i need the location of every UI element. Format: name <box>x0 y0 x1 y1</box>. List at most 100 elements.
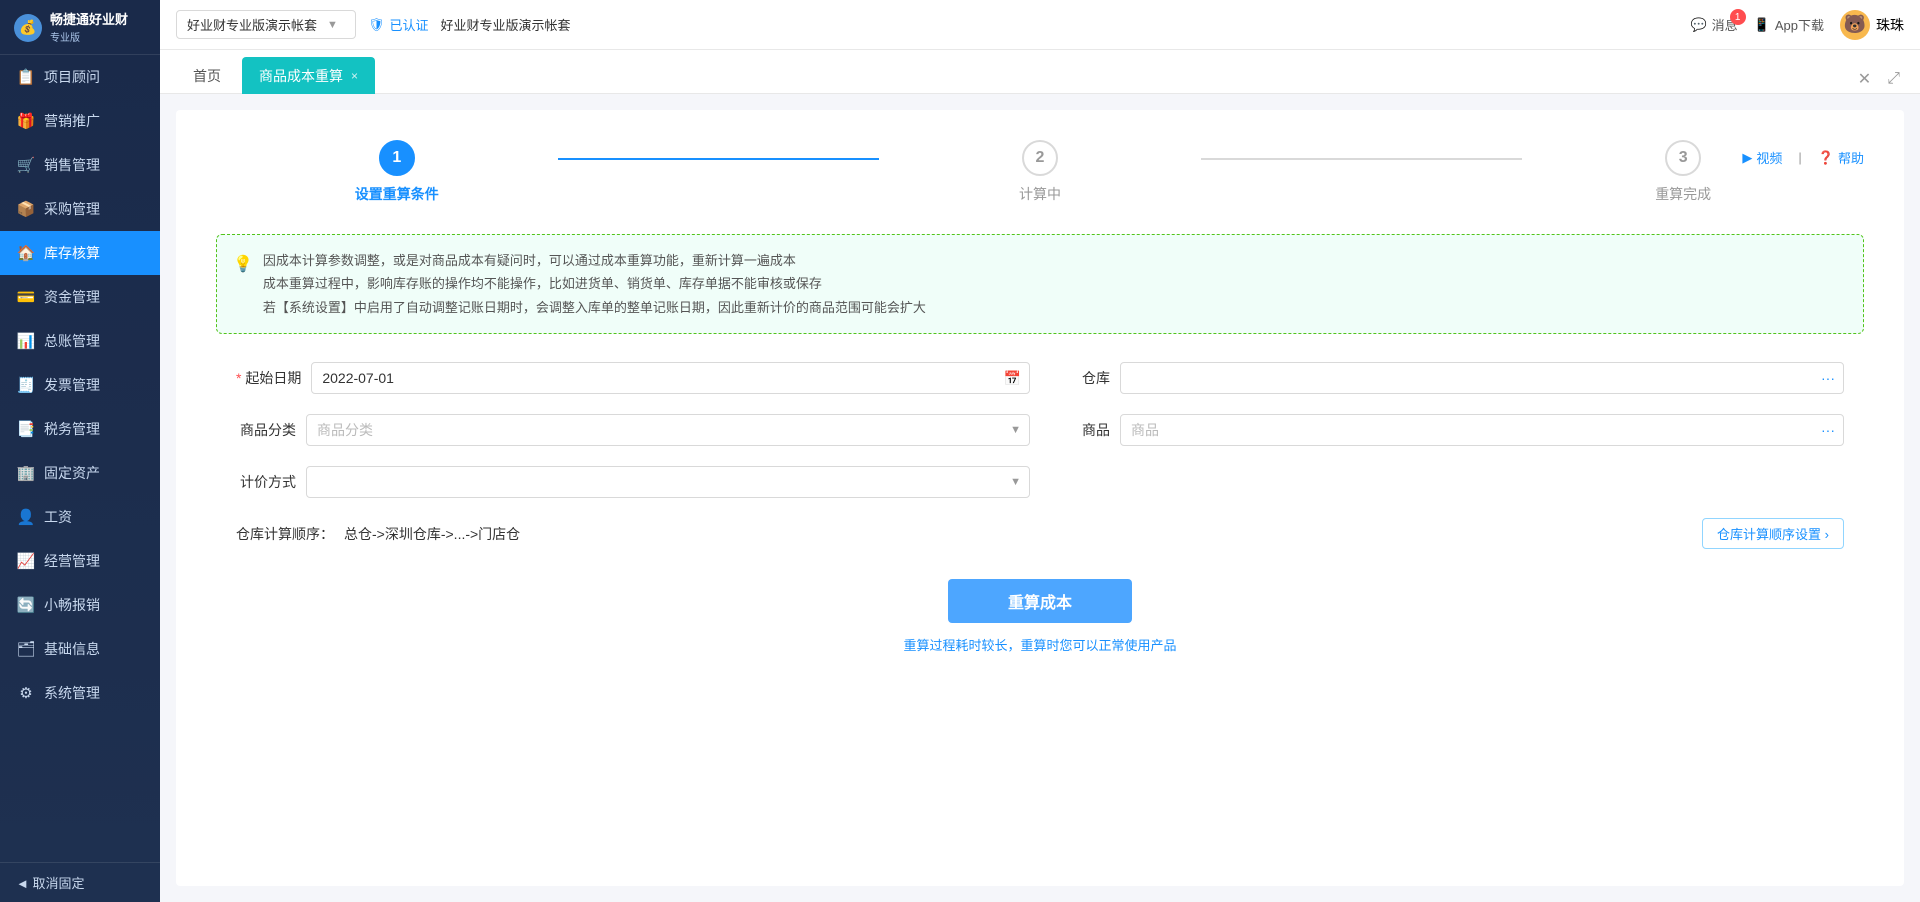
sidebar-icon-project: 📋 <box>16 67 36 87</box>
warehouse-dots-icon[interactable]: ··· <box>1821 370 1835 386</box>
close-window-button[interactable]: ✕ <box>1854 65 1875 93</box>
recalculate-button[interactable]: 重算成本 <box>948 579 1132 623</box>
info-line-2: 成本重算过程中，影响库存账的操作均不能操作，比如进货单、销货单、库存单据不能审核… <box>263 272 926 295</box>
sidebar-icon-sales: 🛒 <box>16 155 36 175</box>
sidebar-item-system[interactable]: ⚙ 系统管理 <box>0 671 160 715</box>
form-row-2: 商品分类 商品分类 ▼ 商品 商品 <box>236 414 1844 446</box>
sidebar-item-asset[interactable]: 🏢固定资产 <box>0 451 160 495</box>
topbar: 好业财专业版演示帐套 ▼ 🛡 已认证 好业财专业版演示帐套 💬 消息 1 📱 A… <box>160 0 1920 50</box>
info-box: 💡 因成本计算参数调整，或是对商品成本有疑问时，可以通过成本重算功能，重新计算一… <box>216 234 1864 334</box>
form-group-warehouse: 仓库 ··· <box>1050 362 1844 394</box>
category-label: 商品分类 <box>236 420 296 440</box>
category-select[interactable]: 商品分类 ▼ <box>306 414 1030 446</box>
sidebar-item-inventory[interactable]: 🏠 库存核算 <box>0 231 160 275</box>
sidebar-icon-accounting: 📊 <box>16 331 36 351</box>
step-2: 2 计算中 <box>879 140 1201 204</box>
sidebar-icon-purchase: 📦 <box>16 199 36 219</box>
tab-goods-cost-recalc[interactable]: 商品成本重算 × <box>242 57 375 94</box>
pricing-label: 计价方式 <box>236 472 296 492</box>
message-button[interactable]: 💬 消息 1 <box>1690 15 1737 34</box>
account-selector[interactable]: 好业财专业版演示帐套 ▼ <box>176 10 356 39</box>
sidebar-item-invoice[interactable]: 🧾发票管理 <box>0 363 160 407</box>
account-name: 好业财专业版演示帐套 <box>187 15 317 34</box>
goods-placeholder: 商品 <box>1131 420 1159 440</box>
sidebar-label-operation: 经营管理 <box>44 551 100 571</box>
message-icon: 💬 <box>1690 17 1706 33</box>
logo-name: 畅捷通好业财 <box>50 12 128 29</box>
warehouse-order-row: 仓库计算顺序： 总仓->深圳仓库->...->门店仓 仓库计算顺序设置 › <box>236 518 1844 549</box>
sidebar-label-accounting: 总账管理 <box>44 331 100 351</box>
warehouse-order-settings-button[interactable]: 仓库计算顺序设置 › <box>1702 518 1844 549</box>
sidebar-label-hr: 工资 <box>44 507 72 527</box>
verified-badge: 🛡 已认证 <box>368 15 429 34</box>
tab-close-button[interactable]: × <box>351 69 358 83</box>
sidebar-icon-operation: 📈 <box>16 551 36 571</box>
main-area: 好业财专业版演示帐套 ▼ 🛡 已认证 好业财专业版演示帐套 💬 消息 1 📱 A… <box>160 0 1920 902</box>
shield-icon: 🛡 <box>368 17 385 33</box>
app-download-button[interactable]: 📱 App下载 <box>1754 15 1824 34</box>
company-name: 好业财专业版演示帐套 <box>441 15 571 34</box>
sidebar-label-basic: 基础信息 <box>44 639 100 659</box>
warehouse-label: 仓库 <box>1050 368 1110 388</box>
logo-icon: 💰 <box>14 14 42 42</box>
sidebar: 💰 畅捷通好业财 专业版 📋 项目顾问 🎁营销推广 🛒 销售管理 📦 采购管理 🏠 库存核算 💳资… <box>0 0 160 902</box>
sidebar-label-sales: 销售管理 <box>44 155 100 175</box>
sidebar-label-expense: 小畅报销 <box>44 595 100 615</box>
sidebar-label-asset: 固定资产 <box>44 463 100 483</box>
content-inner: 1 设置重算条件 2 计算中 3 重算完成 ▶ 视频 <box>176 110 1904 886</box>
form-group-category: 商品分类 商品分类 ▼ <box>236 414 1030 446</box>
sidebar-icon-invoice: 🧾 <box>16 375 36 395</box>
sidebar-logo: 💰 畅捷通好业财 专业版 <box>0 0 160 55</box>
start-date-wrapper: 2022-07-01 📅 <box>311 362 1030 394</box>
tab-home[interactable]: 首页 <box>176 57 238 94</box>
tab-home-label: 首页 <box>193 66 221 86</box>
sidebar-icon-finance: 💳 <box>16 287 36 307</box>
goods-wrapper: 商品 ··· <box>1120 414 1844 446</box>
warehouse-input[interactable]: ··· <box>1120 362 1844 394</box>
goods-dots-icon[interactable]: ··· <box>1821 422 1835 438</box>
start-date-value: 2022-07-01 <box>322 370 394 386</box>
sidebar-label-purchase: 采购管理 <box>44 199 100 219</box>
pricing-select[interactable]: ▼ <box>306 466 1030 498</box>
start-date-input[interactable]: 2022-07-01 📅 <box>311 362 1030 394</box>
goods-label: 商品 <box>1050 420 1110 440</box>
sidebar-item-marketing[interactable]: 🎁营销推广 <box>0 99 160 143</box>
user-name: 珠珠 <box>1876 15 1904 35</box>
verified-text: 已认证 <box>390 15 429 34</box>
sidebar-icon-system: ⚙ <box>16 683 36 703</box>
sidebar-item-accounting[interactable]: 📊 总账管理 <box>0 319 160 363</box>
sidebar-item-hr[interactable]: 👤 工资 <box>0 495 160 539</box>
sidebar-icon-tax: 📑 <box>16 419 36 439</box>
step-1-label: 设置重算条件 <box>355 184 439 204</box>
info-line-1: 因成本计算参数调整，或是对商品成本有疑问时，可以通过成本重算功能，重新计算一遍成… <box>263 249 926 272</box>
goods-input[interactable]: 商品 ··· <box>1120 414 1844 446</box>
sidebar-item-tax[interactable]: 📑税务管理 <box>0 407 160 451</box>
content-area: 1 设置重算条件 2 计算中 3 重算完成 ▶ 视频 <box>160 94 1920 902</box>
sidebar-item-finance[interactable]: 💳资金管理 <box>0 275 160 319</box>
account-chevron-icon: ▼ <box>327 19 338 31</box>
sidebar-label-inventory: 库存核算 <box>44 243 100 263</box>
sidebar-nav: 📋 项目顾问 🎁营销推广 🛒 销售管理 📦 采购管理 🏠 库存核算 💳资金管理 📊 总账管理 🧾发票管理… <box>0 55 160 862</box>
sidebar-unpin-button[interactable]: ◄ 取消固定 <box>0 862 160 902</box>
category-placeholder: 商品分类 <box>317 420 373 440</box>
sidebar-item-sales[interactable]: 🛒 销售管理 <box>0 143 160 187</box>
category-chevron-icon: ▼ <box>1010 424 1021 436</box>
sidebar-item-purchase[interactable]: 📦 采购管理 <box>0 187 160 231</box>
recalculate-label: 重算成本 <box>1008 595 1072 612</box>
warehouse-order-btn-label: 仓库计算顺序设置 › <box>1717 524 1829 543</box>
form-group-pricing: 计价方式 ▼ <box>236 466 1030 498</box>
sidebar-item-basic[interactable]: 🗂基础信息 <box>0 627 160 671</box>
sidebar-icon-expense: 🔄 <box>16 595 36 615</box>
sidebar-icon-inventory: 🏠 <box>16 243 36 263</box>
sidebar-icon-hr: 👤 <box>16 507 36 527</box>
sidebar-label-system: 系统管理 <box>44 683 100 703</box>
expand-window-button[interactable]: ⤢ <box>1883 66 1904 92</box>
step-3: 3 重算完成 <box>1522 140 1844 204</box>
step-connector-1 <box>558 158 880 160</box>
user-menu[interactable]: 🐻 珠珠 <box>1840 10 1904 40</box>
sidebar-label-project: 项目顾问 <box>44 67 100 87</box>
warehouse-wrapper: ··· <box>1120 362 1844 394</box>
sidebar-item-operation[interactable]: 📈 经营管理 <box>0 539 160 583</box>
sidebar-item-expense[interactable]: 🔄 小畅报销 <box>0 583 160 627</box>
sidebar-item-project[interactable]: 📋 项目顾问 <box>0 55 160 99</box>
